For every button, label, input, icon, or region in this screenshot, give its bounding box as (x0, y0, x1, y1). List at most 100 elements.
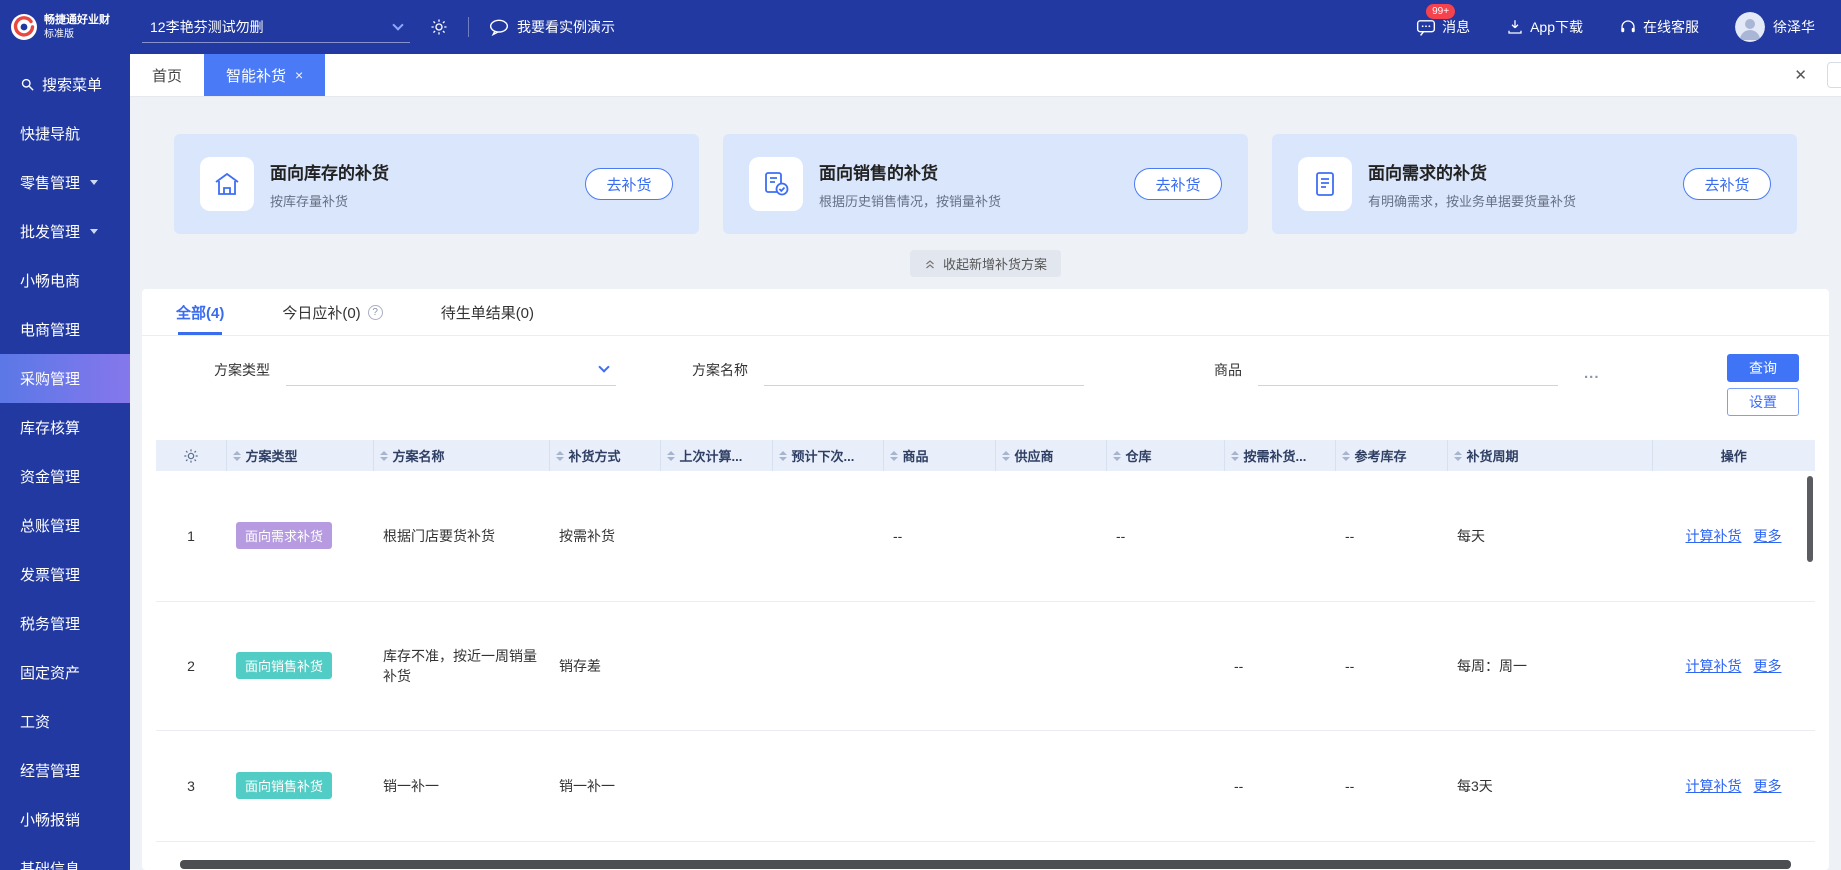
scheme-type-badge: 面向需求补货 (236, 522, 333, 550)
go-replenish-button[interactable]: 去补货 (585, 168, 673, 200)
sidebar-item-retail-mgmt[interactable]: 零售管理 (0, 158, 130, 207)
help-icon[interactable]: ? (367, 304, 383, 320)
tab-all[interactable]: 全部(4) (176, 289, 224, 335)
scheme-type-select[interactable] (286, 358, 616, 386)
col-header-cycle[interactable]: 补货周期 (1447, 440, 1653, 471)
col-header-demand[interactable]: 按需补货... (1224, 440, 1336, 471)
col-header-method[interactable]: 补货方式 (549, 440, 661, 471)
sidebar-item-general-ledger[interactable]: 总账管理 (0, 501, 130, 550)
warehouse-icon (200, 157, 254, 211)
app-download-button[interactable]: App下载 (1506, 17, 1583, 37)
warehouse-cell: -- (1106, 471, 1224, 602)
sort-icon[interactable] (889, 450, 898, 461)
scheme-name-cell: 销一补一 (373, 730, 549, 842)
method-cell: 销存差 (549, 601, 660, 731)
sort-icon[interactable] (1453, 450, 1462, 461)
sidebar-item-tax-mgmt[interactable]: 税务管理 (0, 599, 130, 648)
messages-button[interactable]: 99+ 消息 (1416, 4, 1470, 37)
more-link[interactable]: 更多 (1754, 658, 1782, 674)
supplier-cell (995, 601, 1106, 731)
topbar-gear-icon[interactable] (430, 18, 448, 36)
go-replenish-button[interactable]: 去补货 (1683, 168, 1771, 200)
scheme-type-badge: 面向销售补货 (236, 652, 333, 679)
col-header-warehouse[interactable]: 仓库 (1106, 440, 1225, 471)
sort-icon[interactable] (666, 450, 675, 461)
sidebar-item-wholesale-mgmt[interactable]: 批发管理 (0, 207, 130, 256)
demo-link[interactable]: 我要看实例演示 (489, 17, 615, 37)
sidebar-item-inventory-accounting[interactable]: 库存核算 (0, 403, 130, 452)
caret-down-icon (90, 229, 99, 234)
table-row[interactable]: 2 面向销售补货 库存不准，按近一周销量补货 销存差 -- -- 每周：周一 计… (156, 601, 1815, 731)
method-cell: 按需补货 (549, 471, 660, 602)
tab-home[interactable]: 首页 (130, 54, 204, 96)
tab-close-icon[interactable]: × (295, 67, 303, 83)
online-service-button[interactable]: 在线客服 (1619, 17, 1699, 37)
brand: 畅捷通好业财 标准版 (0, 13, 130, 41)
card-title: 面向库存的补货 (270, 163, 389, 183)
col-header-next-calc[interactable]: 预计下次... (772, 440, 884, 471)
sidebar-item-funds-mgmt[interactable]: 资金管理 (0, 452, 130, 501)
table-settings-icon[interactable] (183, 448, 199, 464)
col-header-ref-stock[interactable]: 参考库存 (1335, 440, 1448, 471)
company-selector[interactable]: 12李艳芬测试勿删 (142, 12, 410, 43)
col-header-scheme-name[interactable]: 方案名称 (373, 440, 550, 471)
brand-name: 畅捷通好业财 标准版 (44, 13, 110, 40)
close-icon[interactable]: ✕ (1794, 66, 1807, 84)
search-button[interactable]: 查询 (1727, 354, 1799, 382)
row-index: 3 (156, 730, 226, 842)
go-replenish-button[interactable]: 去补货 (1134, 168, 1222, 200)
sort-icon[interactable] (555, 450, 564, 461)
sort-icon[interactable] (778, 450, 787, 461)
tab-pending-results[interactable]: 待生单结果(0) (441, 289, 534, 335)
product-input[interactable] (1258, 358, 1558, 386)
last-calc-cell (660, 601, 772, 731)
sidebar-item-ecom-mgmt[interactable]: 电商管理 (0, 305, 130, 354)
col-header-product[interactable]: 商品 (883, 440, 996, 471)
sort-icon[interactable] (1112, 450, 1121, 461)
sidebar-item-xiaochang-expense[interactable]: 小畅报销 (0, 795, 130, 844)
sort-icon[interactable] (1001, 450, 1010, 461)
sort-icon[interactable] (1230, 450, 1239, 461)
sidebar-item-invoice-mgmt[interactable]: 发票管理 (0, 550, 130, 599)
horizontal-scrollbar[interactable] (180, 860, 1791, 869)
calc-replenish-link[interactable]: 计算补货 (1686, 778, 1742, 794)
sidebar-item-business-mgmt[interactable]: 经营管理 (0, 746, 130, 795)
product-cell (883, 730, 995, 842)
scheme-name-input[interactable] (764, 358, 1084, 386)
sidebar-item-quick-nav[interactable]: 快捷导航 (0, 109, 130, 158)
chevron-down-icon (598, 360, 610, 373)
tab-today-due[interactable]: 今日应补(0) ? (282, 289, 383, 335)
sidebar-item-payroll[interactable]: 工资 (0, 697, 130, 746)
calc-replenish-link[interactable]: 计算补货 (1686, 658, 1742, 674)
sort-icon[interactable] (379, 450, 388, 461)
card-subtitle: 根据历史销售情况，按销量补货 (819, 193, 1002, 209)
speech-bubble-icon (489, 19, 509, 36)
product-more-button[interactable]: ... (1584, 365, 1600, 386)
replenish-cards: 面向库存的补货 按库存量补货 去补货 面向销售的补货 根据历史销售情况，按销量补… (174, 134, 1797, 234)
table-header-row: 方案类型 方案名称 补货方式 上次计算... 预计下次... 商品 供应商 仓库… (156, 440, 1815, 471)
collapse-plans-button[interactable]: 收起新增补货方案 (909, 250, 1061, 277)
sidebar-item-purchase-mgmt[interactable]: 采购管理 (0, 354, 130, 403)
sidebar-item-basic-info[interactable]: 基础信息 (0, 844, 130, 870)
fullscreen-icon[interactable] (1827, 62, 1841, 88)
sidebar-item-fixed-assets[interactable]: 固定资产 (0, 648, 130, 697)
more-link[interactable]: 更多 (1754, 528, 1782, 544)
brand-logo (11, 14, 37, 40)
avatar[interactable] (1735, 12, 1765, 42)
calc-replenish-link[interactable]: 计算补货 (1686, 528, 1742, 544)
sort-icon[interactable] (1341, 450, 1350, 461)
more-link[interactable]: 更多 (1754, 778, 1782, 794)
tab-smart-replenish[interactable]: 智能补货 × (204, 54, 326, 96)
table-row[interactable]: 1 面向需求补货 根据门店要货补货 按需补货 -- -- -- 每天 计算补货 … (156, 471, 1815, 602)
table-row[interactable]: 3 面向销售补货 销一补一 销一补一 -- -- 每3天 计算补货 更多 (156, 730, 1815, 842)
sidebar-item-xiaochang-ecom[interactable]: 小畅电商 (0, 256, 130, 305)
settings-button[interactable]: 设置 (1727, 388, 1799, 416)
demand-cell (1224, 471, 1335, 602)
sort-icon[interactable] (232, 450, 241, 461)
col-header-scheme-type[interactable]: 方案类型 (226, 440, 374, 471)
vertical-scrollbar[interactable] (1807, 476, 1813, 562)
download-icon (1508, 20, 1522, 34)
col-header-last-calc[interactable]: 上次计算... (660, 440, 773, 471)
sidebar-item-search-menu[interactable]: 搜索菜单 (0, 60, 130, 109)
col-header-supplier[interactable]: 供应商 (995, 440, 1107, 471)
